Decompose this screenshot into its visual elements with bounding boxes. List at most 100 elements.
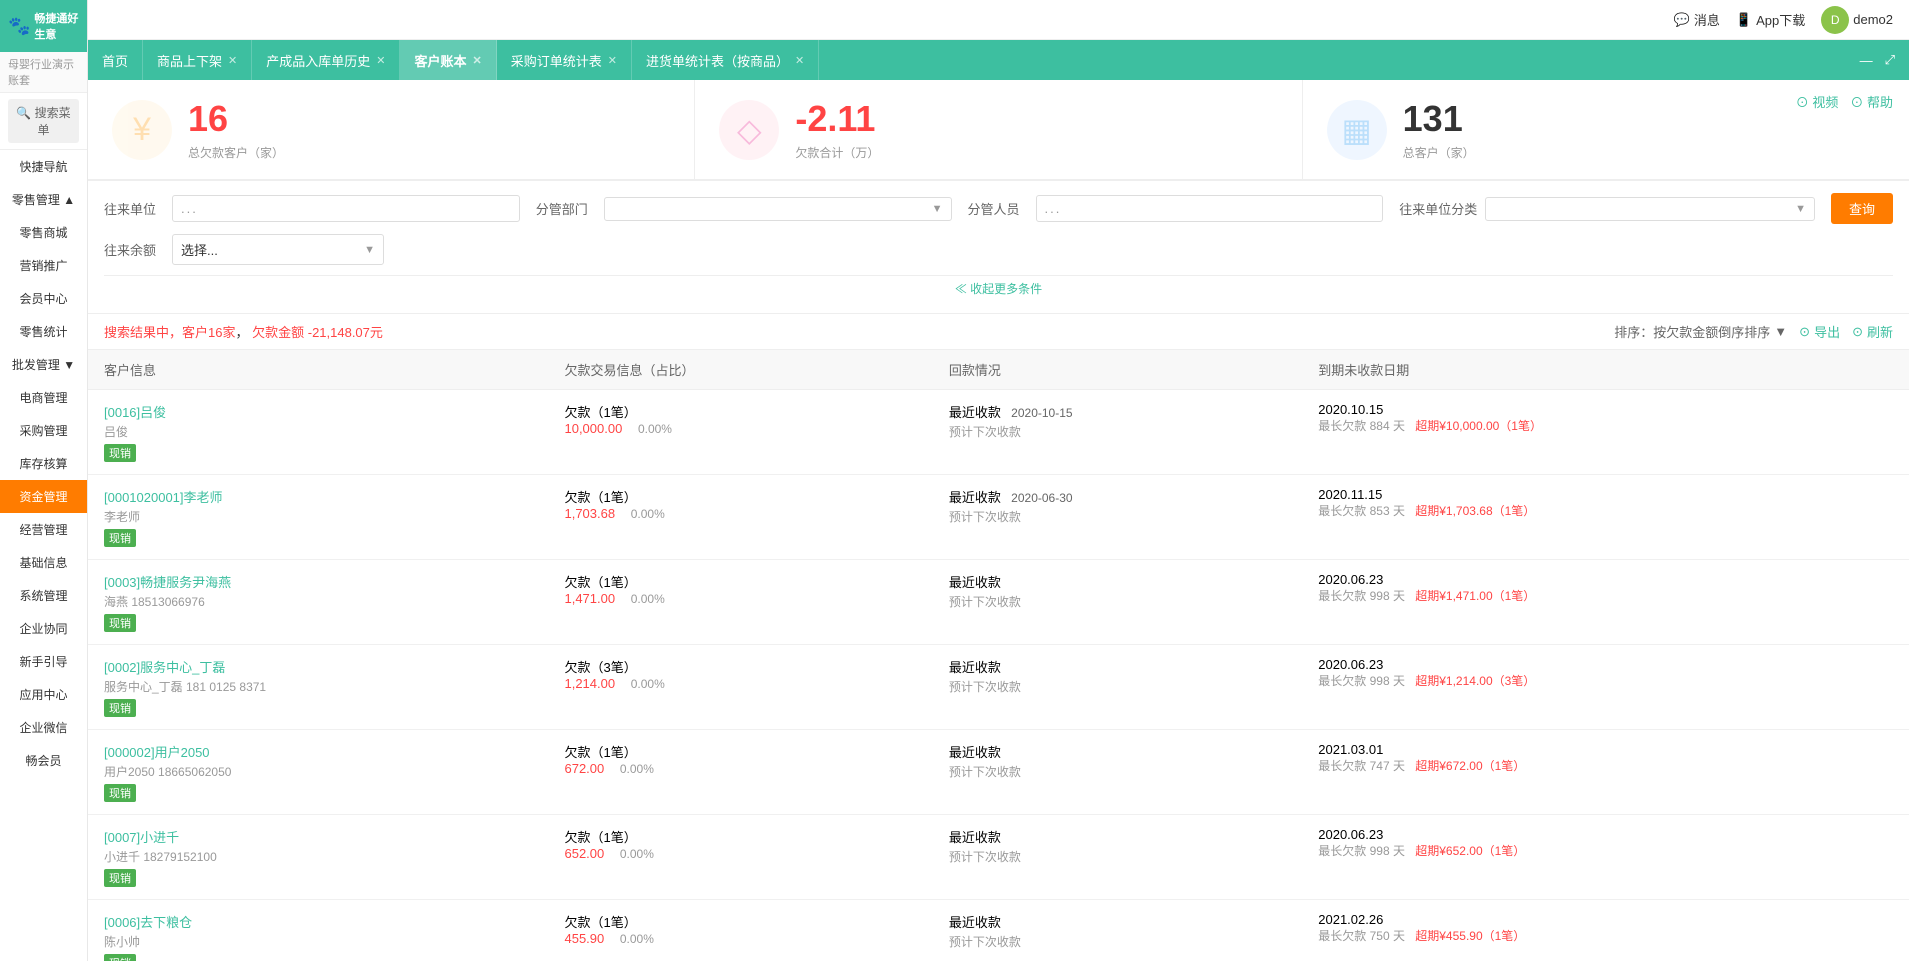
tab-close-ledger[interactable]: ✕ xyxy=(473,54,482,67)
client-name-3[interactable]: [0002]服务中心_丁磊 xyxy=(104,657,532,676)
client-name-0[interactable]: [0016]吕俊 xyxy=(104,402,532,421)
next-payment-4: 预计下次收款 xyxy=(949,763,1286,780)
sidebar-item-ecommerce[interactable]: 电商管理 xyxy=(0,381,87,414)
refresh-button[interactable]: ⊙ 刷新 xyxy=(1852,322,1893,341)
message-icon: 💬 xyxy=(1674,12,1690,28)
sidebar-search-section: 🔍 搜索菜单 xyxy=(0,93,87,150)
col-debt-info: 欠款交易信息（占比） xyxy=(548,350,932,390)
sidebar-item-inventory[interactable]: 库存核算 xyxy=(0,447,87,480)
sidebar-item-wholesale[interactable]: 批发管理 ▼ xyxy=(0,348,87,381)
sort-button[interactable]: 排序：按欠款金额倒序排序 ▼ xyxy=(1614,322,1787,341)
tab-customer-ledger[interactable]: 客户账本 ✕ xyxy=(400,40,496,80)
minimize-icon[interactable]: — xyxy=(1860,53,1873,68)
sidebar-item-vip[interactable]: 畅会员 xyxy=(0,744,87,777)
overdue-amount-2[interactable]: 超期¥1,471.00（1笔） xyxy=(1415,589,1535,603)
cell-payment-5: 最近收款 预计下次收款 xyxy=(933,815,1302,900)
cell-payment-1: 最近收款 2020-06-30 预计下次收款 xyxy=(933,475,1302,560)
message-button[interactable]: 💬 消息 xyxy=(1674,10,1720,29)
filter-collapse-button[interactable]: ≪ 收起更多条件 xyxy=(104,275,1893,301)
overdue-amount-4[interactable]: 超期¥672.00（1笔） xyxy=(1415,759,1525,773)
last-payment-date-3 xyxy=(1005,661,1012,675)
debt-total-label: 欠款合计（万） xyxy=(795,144,1277,161)
filter-dept-select[interactable]: ▼ xyxy=(604,197,952,221)
last-payment-label-4: 最近收款 xyxy=(949,745,1001,760)
export-button[interactable]: ⊙ 导出 xyxy=(1799,322,1840,341)
debt-amount-1: 1,703.68 xyxy=(564,506,615,521)
table-summary-amount-label: 欠款金额 xyxy=(252,325,304,340)
sidebar-item-operation[interactable]: 经营管理 xyxy=(0,513,87,546)
filter-category-select[interactable]: ▼ xyxy=(1485,197,1815,221)
sidebar-item-marketing[interactable]: 营销推广 xyxy=(0,249,87,282)
overdue-amount-5[interactable]: 超期¥652.00（1笔） xyxy=(1415,844,1525,858)
table-summary-amount: -21,148.07元 xyxy=(308,325,383,340)
last-payment-label-3: 最近收款 xyxy=(949,660,1001,675)
sidebar-item-finance[interactable]: 资金管理 xyxy=(0,480,87,513)
client-name-6[interactable]: [0006]去下粮仓 xyxy=(104,912,532,931)
overdue-amount-0[interactable]: 超期¥10,000.00（1笔） xyxy=(1415,419,1542,433)
sidebar-item-member[interactable]: 会员中心 xyxy=(0,282,87,315)
sidebar-item-quick-nav[interactable]: 快捷导航 xyxy=(0,150,87,183)
last-payment-4: 最近收款 xyxy=(949,742,1286,761)
cell-payment-2: 最近收款 预计下次收款 xyxy=(933,560,1302,645)
sidebar-item-guide[interactable]: 新手引导 xyxy=(0,645,87,678)
user-menu[interactable]: D demo2 xyxy=(1821,6,1893,34)
help-button[interactable]: ⊙ 帮助 xyxy=(1850,92,1893,111)
sidebar-item-purchase[interactable]: 采购管理 xyxy=(0,414,87,447)
sidebar-search-button[interactable]: 🔍 搜索菜单 xyxy=(8,99,79,143)
tab-inbound-stats[interactable]: 进货单统计表（按商品） ✕ xyxy=(632,40,819,80)
maximize-icon[interactable]: ⤢ xyxy=(1885,52,1895,68)
tab-production[interactable]: 产成品入库单历史 ✕ xyxy=(252,40,400,80)
tab-close-production[interactable]: ✕ xyxy=(376,54,385,67)
cell-debt-1: 欠款（1笔） 1,703.68 0.00% xyxy=(548,475,932,560)
client-name-5[interactable]: [0007]小进千 xyxy=(104,827,532,846)
filter-person-dots: ... xyxy=(1045,201,1062,216)
overdue-amount-6[interactable]: 超期¥455.90（1笔） xyxy=(1415,929,1525,943)
video-button[interactable]: ⊙ 视频 xyxy=(1796,92,1839,111)
tab-products[interactable]: 商品上下架 ✕ xyxy=(143,40,252,80)
sidebar-item-retail-shop[interactable]: 零售商城 xyxy=(0,216,87,249)
tab-purchase-stats[interactable]: 采购订单统计表 ✕ xyxy=(497,40,632,80)
debt-count-2: 欠款（1笔） xyxy=(564,572,916,591)
filter-person-input[interactable]: ... xyxy=(1036,195,1384,222)
last-payment-label-5: 最近收款 xyxy=(949,830,1001,845)
cell-client-5: [0007]小进千 小进千 18279152100 现销 xyxy=(88,815,548,900)
table-row: [000002]用户2050 用户2050 18665062050 现销 欠款（… xyxy=(88,730,1909,815)
tab-close-products[interactable]: ✕ xyxy=(228,54,237,67)
tab-close-purchase[interactable]: ✕ xyxy=(608,54,617,67)
debt-count-1: 欠款（1笔） xyxy=(564,487,916,506)
client-name-1[interactable]: [0001020001]李老师 xyxy=(104,487,532,506)
sidebar-item-basic-info[interactable]: 基础信息 xyxy=(0,546,87,579)
sidebar-item-enterprise[interactable]: 企业协同 xyxy=(0,612,87,645)
overdue-amount-1[interactable]: 超期¥1,703.68（1笔） xyxy=(1415,504,1535,518)
filter-balance-select[interactable]: 选择... ▼ xyxy=(172,234,384,265)
sidebar-item-retail-stat[interactable]: 零售统计 xyxy=(0,315,87,348)
overdue-amount-3[interactable]: 超期¥1,214.00（3笔） xyxy=(1415,674,1535,688)
sort-arrow-icon: ▼ xyxy=(1774,324,1787,339)
client-name-2[interactable]: [0003]畅捷服务尹海燕 xyxy=(104,572,532,591)
export-icon: ⊙ xyxy=(1799,324,1810,340)
cell-due-6: 2021.02.26 最长欠款 750 天 超期¥455.90（1笔） xyxy=(1302,900,1909,961)
filter-balance-value: 选择... xyxy=(181,240,218,259)
sidebar-item-sys-mgmt[interactable]: 系统管理 xyxy=(0,579,87,612)
username-label: demo2 xyxy=(1853,12,1893,27)
sidebar-item-retail-mgmt[interactable]: 零售管理 ▲ xyxy=(0,183,87,216)
due-date-0: 2020.10.15 xyxy=(1318,402,1893,417)
tab-home[interactable]: 首页 xyxy=(88,40,143,80)
topbar-nav: 首页 商品上下架 ✕ 产成品入库单历史 ✕ 客户账本 ✕ 采购订单统计表 ✕ 进… xyxy=(88,40,1846,80)
export-label: 导出 xyxy=(1814,322,1840,341)
topbar-actions: — ⤢ xyxy=(1846,52,1909,68)
table-row: [0007]小进千 小进千 18279152100 现销 欠款（1笔） 652.… xyxy=(88,815,1909,900)
debt-count-6: 欠款（1笔） xyxy=(564,912,916,931)
sidebar: 🐾 畅捷通好生意 母婴行业演示账套 🔍 搜索菜单 快捷导航 零售管理 ▲ 零售商… xyxy=(0,0,88,961)
app-download-label: App下载 xyxy=(1756,10,1805,29)
filter-dept-arrow: ▼ xyxy=(932,203,943,215)
sidebar-item-app-center[interactable]: 应用中心 xyxy=(0,678,87,711)
table-scroll[interactable]: 客户信息 欠款交易信息（占比） 回款情况 到期未收款日期 [0016]吕俊 吕俊… xyxy=(88,350,1909,961)
tab-close-inbound[interactable]: ✕ xyxy=(795,54,804,67)
app-download-button[interactable]: 📱 App下载 xyxy=(1736,10,1805,29)
last-payment-1: 最近收款 2020-06-30 xyxy=(949,487,1286,506)
sidebar-item-wechat[interactable]: 企业微信 xyxy=(0,711,87,744)
search-button[interactable]: 查询 xyxy=(1831,193,1893,224)
client-name-4[interactable]: [000002]用户2050 xyxy=(104,742,532,761)
filter-client-input[interactable]: ... xyxy=(172,195,520,222)
